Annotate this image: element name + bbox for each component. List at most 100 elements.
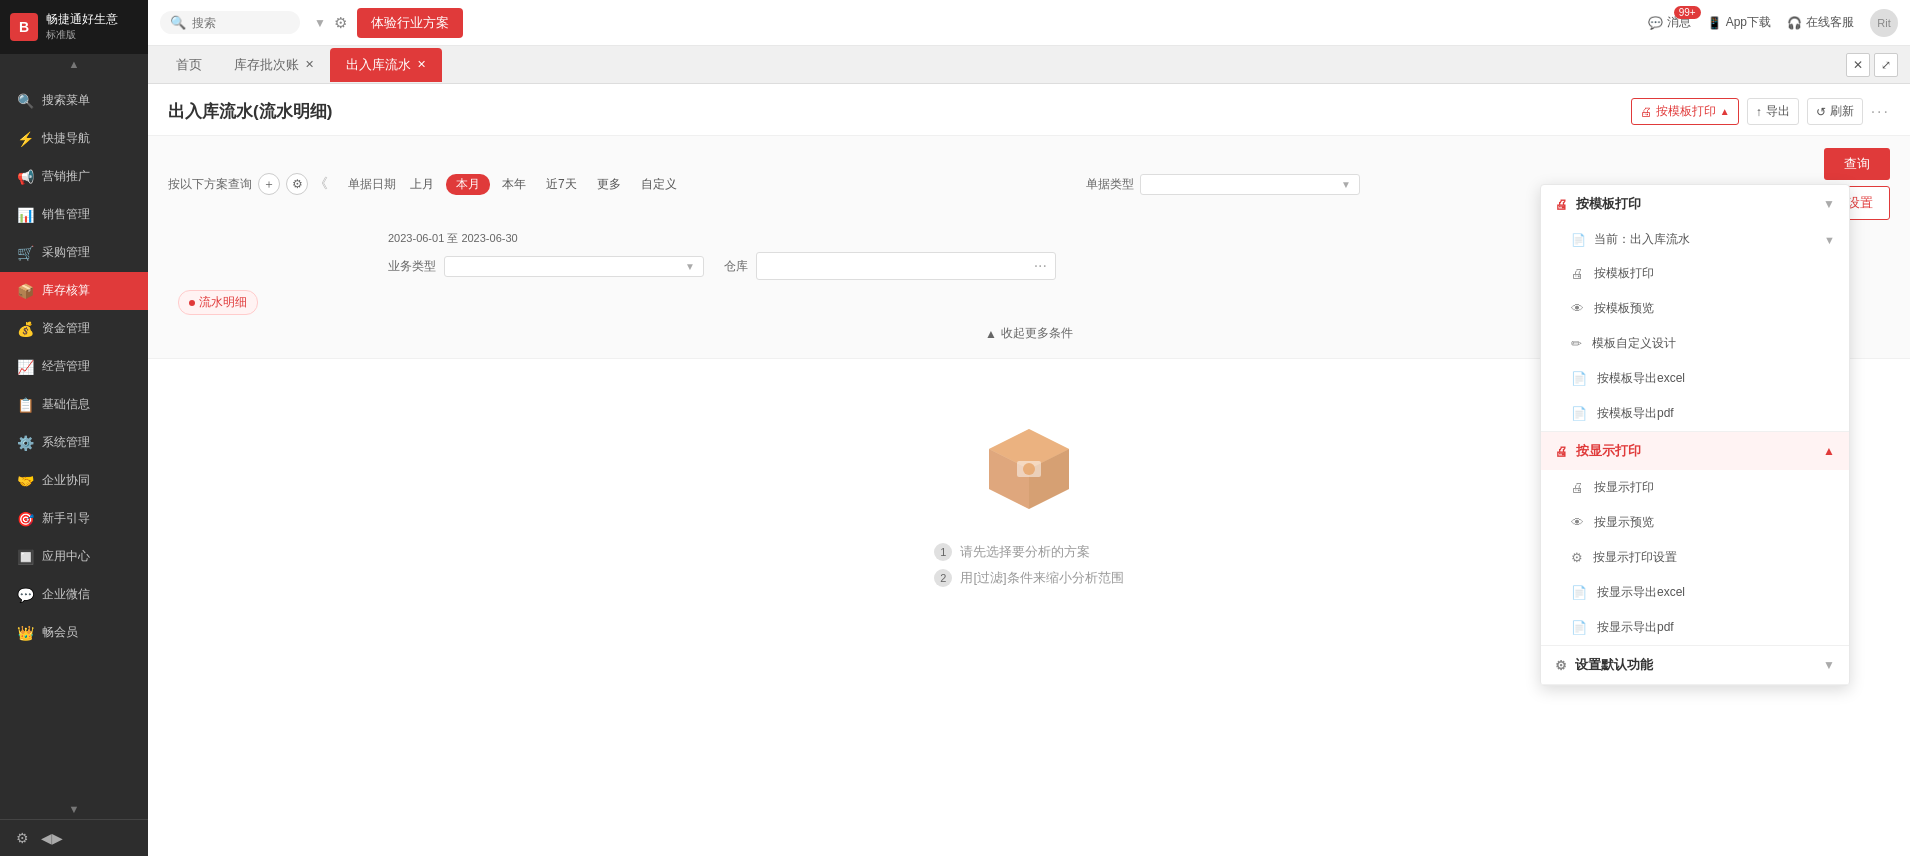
default-section-arrow: ▼ <box>1823 658 1835 672</box>
current-template-label: 当前：出入库流水 <box>1594 231 1690 248</box>
tabbar-controls: ✕ ⤢ <box>1846 53 1898 77</box>
purchase-icon: 🛒 <box>16 244 34 262</box>
dropdown-item-template-design[interactable]: ✏ 模板自定义设计 <box>1541 326 1849 361</box>
sidebar-item-basic[interactable]: 📋 基础信息 <box>0 386 148 424</box>
sidebar-item-operation-label: 经营管理 <box>42 358 90 375</box>
dropdown-default-header[interactable]: ⚙ 设置默认功能 ▼ <box>1541 646 1849 684</box>
display-excel-label: 按显示导出excel <box>1597 584 1685 601</box>
empty-step-2: 2 用[过滤]条件来缩小分析范围 <box>934 565 1123 591</box>
date-preset-this-year[interactable]: 本年 <box>494 174 534 195</box>
sidebar-item-guide[interactable]: 🎯 新手引导 <box>0 500 148 538</box>
messages-badge: 99+ <box>1674 6 1701 19</box>
flow-tag-label: 流水明细 <box>199 294 247 311</box>
topbar-settings-icon[interactable]: ⚙ <box>334 14 347 32</box>
tab-close-button[interactable]: ✕ <box>1846 53 1870 77</box>
apps-icon: 🔲 <box>16 548 34 566</box>
guide-icon: 🎯 <box>16 510 34 528</box>
sidebar-item-sales[interactable]: 📊 销售管理 <box>0 196 148 234</box>
dropdown-item-template-excel[interactable]: 📄 按模板导出excel <box>1541 361 1849 396</box>
collapse-button[interactable]: ▲ 收起更多条件 <box>973 321 1085 346</box>
type-filter-select[interactable]: ▼ <box>1140 174 1360 195</box>
sidebar-item-finance-label: 资金管理 <box>42 320 90 337</box>
dropdown-item-display-print[interactable]: 🖨 按显示打印 <box>1541 470 1849 505</box>
user-menu[interactable]: Rit <box>1870 9 1898 37</box>
topbar-search-input[interactable] <box>192 16 282 30</box>
topbar-right: 💬 消息 99+ 📱 App下载 🎧 在线客服 Rit <box>1648 9 1898 37</box>
date-preset-last-month[interactable]: 上月 <box>402 174 442 195</box>
filter-settings-button[interactable]: ⚙ <box>286 173 308 195</box>
date-preset-more[interactable]: 更多 <box>589 174 629 195</box>
filter-query-section: 按以下方案查询 ＋ ⚙ 《 <box>168 173 328 195</box>
sidebar-item-inventory[interactable]: 📦 库存核算 <box>0 272 148 310</box>
refresh-icon: ↺ <box>1816 105 1826 119</box>
export-button[interactable]: ↑ 导出 <box>1747 98 1799 125</box>
page-header-actions: 🖨 按模板打印 ▲ ↑ 导出 ↺ 刷新 ··· <box>1631 98 1890 125</box>
dropdown-item-display-pdf[interactable]: 📄 按显示导出pdf <box>1541 610 1849 645</box>
dropdown-default-title: 设置默认功能 <box>1575 656 1653 674</box>
dropdown-item-display-preview[interactable]: 👁 按显示预览 <box>1541 505 1849 540</box>
topbar-search-box[interactable]: 🔍 <box>160 11 300 34</box>
date-preset-this-month[interactable]: 本月 <box>446 174 490 195</box>
tab-stock-flow-close[interactable]: ✕ <box>417 58 426 71</box>
system-icon: ⚙️ <box>16 434 34 452</box>
date-preset-last-7-days[interactable]: 近7天 <box>538 174 585 195</box>
topbar-dropdown-arrow[interactable]: ▼ <box>314 16 326 30</box>
header-more-dots[interactable]: ··· <box>1871 103 1890 121</box>
sidebar-item-wechat[interactable]: 💬 企业微信 <box>0 576 148 614</box>
date-preset-custom[interactable]: 自定义 <box>633 174 685 195</box>
tab-inventory-batch-close[interactable]: ✕ <box>305 58 314 71</box>
warehouse-filter-label: 仓库 <box>724 258 748 275</box>
sidebar-item-search[interactable]: 🔍 搜索菜单 <box>0 82 148 120</box>
settings-icon[interactable]: ⚙ <box>16 830 29 846</box>
sidebar-item-inventory-label: 库存核算 <box>42 282 90 299</box>
user-avatar: Rit <box>1870 9 1898 37</box>
operation-icon: 📈 <box>16 358 34 376</box>
sidebar-item-system[interactable]: ⚙️ 系统管理 <box>0 424 148 462</box>
filter-add-button[interactable]: ＋ <box>258 173 280 195</box>
app-download-button[interactable]: 📱 App下载 <box>1707 14 1771 31</box>
tab-home[interactable]: 首页 <box>160 48 218 82</box>
sidebar-item-marketing-label: 营销推广 <box>42 168 90 185</box>
sidebar-footer: ⚙ ◀▶ <box>0 819 148 856</box>
tab-maximize-button[interactable]: ⤢ <box>1874 53 1898 77</box>
tab-stock-flow[interactable]: 出入库流水 ✕ <box>330 48 442 82</box>
dropdown-item-template-pdf[interactable]: 📄 按模板导出pdf <box>1541 396 1849 431</box>
sidebar-item-finance[interactable]: 💰 资金管理 <box>0 310 148 348</box>
refresh-button[interactable]: ↺ 刷新 <box>1807 98 1863 125</box>
dropdown-template-header[interactable]: 🖨 按模板打印 ▼ <box>1541 185 1849 223</box>
flow-tag-dot <box>189 300 195 306</box>
tab-inventory-batch[interactable]: 库存批次账 ✕ <box>218 48 330 82</box>
sidebar-scroll-up[interactable]: ▲ <box>0 54 148 74</box>
warehouse-more-icon[interactable]: ··· <box>1034 257 1047 275</box>
empty-step-1: 1 请先选择要分析的方案 <box>934 539 1123 565</box>
sidebar-item-apps-label: 应用中心 <box>42 548 90 565</box>
template-preview-icon: 👁 <box>1571 301 1584 316</box>
warehouse-filter-select[interactable]: ··· <box>756 252 1056 280</box>
step-1-text: 请先选择要分析的方案 <box>960 539 1090 565</box>
main-content: 🔍 ▼ ⚙ 体验行业方案 💬 消息 99+ 📱 App下载 🎧 在线客服 <box>148 0 1910 856</box>
business-filter-select[interactable]: ▼ <box>444 256 704 277</box>
dropdown-display-header[interactable]: 🖨 按显示打印 ▲ <box>1541 432 1849 470</box>
sidebar-scroll-down[interactable]: ▼ <box>0 799 148 819</box>
dropdown-item-template-preview[interactable]: 👁 按模板预览 <box>1541 291 1849 326</box>
messages-button[interactable]: 💬 消息 99+ <box>1648 14 1691 31</box>
dropdown-current-template[interactable]: 📄 当前：出入库流水 ▼ <box>1541 223 1849 256</box>
display-pdf-icon: 📄 <box>1571 620 1587 635</box>
sidebar-item-enterprise[interactable]: 🤝 企业协同 <box>0 462 148 500</box>
sidebar-item-marketing[interactable]: 📢 营销推广 <box>0 158 148 196</box>
print-template-button[interactable]: 🖨 按模板打印 ▲ <box>1631 98 1739 125</box>
filter-collapse-icon[interactable]: 《 <box>314 175 328 193</box>
sidebar-item-member[interactable]: 👑 畅会员 <box>0 614 148 652</box>
dropdown-item-template-print[interactable]: 🖨 按模板打印 <box>1541 256 1849 291</box>
query-button[interactable]: 查询 <box>1824 148 1890 180</box>
collapse-sidebar-icon[interactable]: ◀▶ <box>41 830 63 846</box>
dropdown-item-display-settings[interactable]: ⚙ 按显示打印设置 <box>1541 540 1849 575</box>
online-service-button[interactable]: 🎧 在线客服 <box>1787 14 1854 31</box>
sidebar-item-quick-nav[interactable]: ⚡ 快捷导航 <box>0 120 148 158</box>
display-pdf-label: 按显示导出pdf <box>1597 619 1674 636</box>
sidebar-item-apps[interactable]: 🔲 应用中心 <box>0 538 148 576</box>
dropdown-item-display-excel[interactable]: 📄 按显示导出excel <box>1541 575 1849 610</box>
sidebar-item-operation[interactable]: 📈 经营管理 <box>0 348 148 386</box>
industry-solution-button[interactable]: 体验行业方案 <box>357 8 463 38</box>
sidebar-item-purchase[interactable]: 🛒 采购管理 <box>0 234 148 272</box>
